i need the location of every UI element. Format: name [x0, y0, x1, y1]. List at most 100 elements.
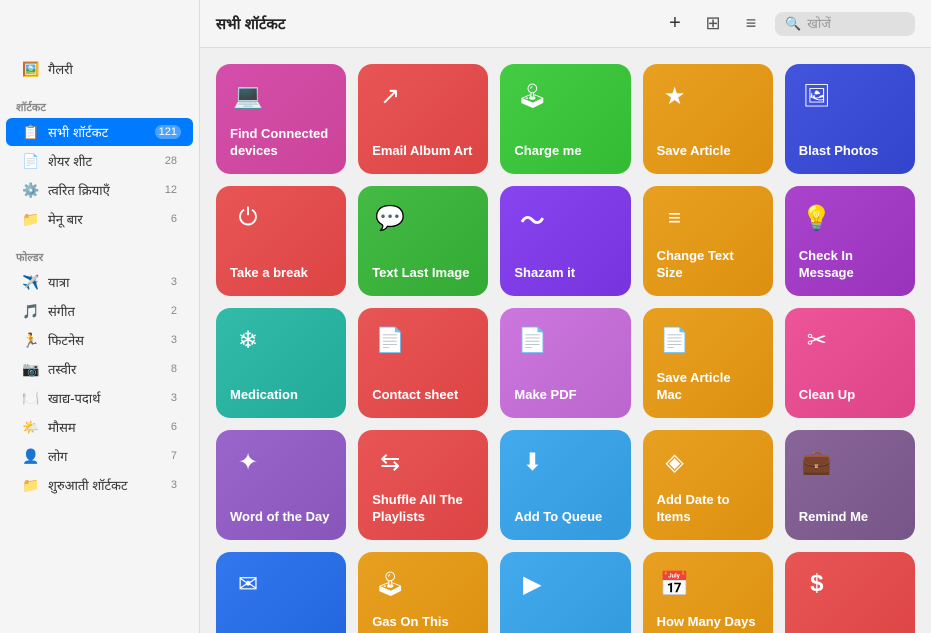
shortcut-make-pdf[interactable]: 📄 Make PDF — [500, 308, 630, 418]
search-input[interactable] — [807, 16, 905, 31]
save-article-mac-label: Save Article Mac — [657, 370, 759, 404]
shortcut-check-in[interactable]: 💡 Check In Message — [785, 186, 915, 296]
sidebar-photos-label: तस्वीर — [48, 360, 161, 378]
word-of-day-label: Word of the Day — [230, 509, 332, 526]
shortcut-gas-on-street[interactable]: 🕹 Gas On This Street — [358, 552, 488, 633]
search-box[interactable]: 🔍 — [775, 12, 915, 36]
shortcut-add-to-queue[interactable]: ⬇ Add To Queue — [500, 430, 630, 540]
grid-container: 💻 Find Connected devices ↗ Email Album A… — [216, 64, 915, 633]
shazam-it-icon: 〜 — [514, 200, 550, 236]
shortcut-calculate-tip[interactable]: $ Calculate Tip — [785, 552, 915, 633]
all-shortcuts-badge: 121 — [155, 125, 181, 139]
shortcuts-section: शॉर्टकट 📋 सभी शॉर्टकट 121 📄 शेयर शीट 28 … — [0, 90, 199, 240]
add-to-queue-label: Add To Queue — [514, 509, 616, 526]
shortcut-save-article[interactable]: ★ Save Article — [643, 64, 773, 174]
people-icon: 👤 — [22, 447, 40, 465]
sidebar-all-shortcuts-label: सभी शॉर्टकट — [48, 123, 155, 141]
sidebar: 🖼️ गैलरी शॉर्टकट 📋 सभी शॉर्टकट 121 📄 शेय… — [0, 0, 200, 633]
shortcut-change-text[interactable]: ≡ Change Text Size — [643, 186, 773, 296]
sidebar-item-music[interactable]: 🎵 संगीत 2 — [6, 297, 193, 325]
all-shortcuts-icon: 📋 — [22, 123, 40, 141]
sidebar-item-startup[interactable]: 📁 शुरुआती शॉर्टकट 3 — [6, 471, 193, 499]
people-badge: 7 — [161, 449, 181, 463]
travel-badge: 3 — [161, 275, 181, 289]
folder-section: फोल्डर ✈️ यात्रा 3 🎵 संगीत 2 🏃 फिटनेस 3 … — [0, 240, 199, 506]
shuffle-playlists-icon: ⇆ — [372, 444, 408, 480]
add-button[interactable]: + — [661, 10, 689, 38]
shortcut-email-myself[interactable]: ✉ Email Myself — [216, 552, 346, 633]
remind-me-label: Remind Me — [799, 509, 901, 526]
sort-lines-icon: ▶ — [514, 566, 550, 602]
share-sheet-icon: 📄 — [22, 152, 40, 170]
sidebar-share-sheet-label: शेयर शीट — [48, 152, 161, 170]
fitness-badge: 3 — [161, 333, 181, 347]
make-pdf-icon: 📄 — [514, 322, 550, 358]
sidebar-item-gallery[interactable]: 🖼️ गैलरी — [6, 55, 193, 83]
shortcut-find-connected[interactable]: 💻 Find Connected devices — [216, 64, 346, 174]
change-text-label: Change Text Size — [657, 248, 759, 282]
email-album-icon: ↗ — [372, 78, 408, 114]
sidebar-item-menu-bar[interactable]: 📁 मेनू बार 6 — [6, 205, 193, 233]
contact-sheet-icon: 📄 — [372, 322, 408, 358]
sidebar-gallery-label: गैलरी — [48, 60, 181, 78]
take-break-icon: ⏻ — [230, 200, 266, 236]
word-of-day-icon: ✦ — [230, 444, 266, 480]
sidebar-item-weather[interactable]: 🌤️ मौसम 6 — [6, 413, 193, 441]
shortcut-charge-me[interactable]: 🕹 Charge me — [500, 64, 630, 174]
list-view-button[interactable]: ≡ — [737, 10, 765, 38]
gas-on-street-icon: 🕹 — [372, 566, 408, 602]
shortcut-blast-photos[interactable]: 🖼 Blast Photos — [785, 64, 915, 174]
sidebar-travel-label: यात्रा — [48, 273, 161, 291]
menu-bar-icon: 📁 — [22, 210, 40, 228]
shortcut-shuffle-playlists[interactable]: ⇆ Shuffle All The Playlists — [358, 430, 488, 540]
sidebar-item-all-shortcuts[interactable]: 📋 सभी शॉर्टकट 121 — [6, 118, 193, 146]
food-icon: 🍽️ — [22, 389, 40, 407]
sidebar-item-fitness[interactable]: 🏃 फिटनेस 3 — [6, 326, 193, 354]
shortcut-take-break[interactable]: ⏻ Take a break — [216, 186, 346, 296]
shortcut-email-album[interactable]: ↗ Email Album Art — [358, 64, 488, 174]
main-content: सभी शॉर्टकट + ⊞ ≡ 🔍 💻 Find Connected dev… — [200, 0, 931, 633]
fitness-icon: 🏃 — [22, 331, 40, 349]
shortcut-how-many-days[interactable]: 📅 How Many Days Until — [643, 552, 773, 633]
sidebar-menu-bar-label: मेनू बार — [48, 210, 161, 228]
email-myself-icon: ✉ — [230, 566, 266, 602]
shortcut-sort-lines[interactable]: ▶ Sort Lines — [500, 552, 630, 633]
sidebar-fitness-label: फिटनेस — [48, 331, 161, 349]
shortcut-text-last-image[interactable]: 💬 Text Last Image — [358, 186, 488, 296]
shortcut-medication[interactable]: ❄ Medication — [216, 308, 346, 418]
medication-label: Medication — [230, 387, 332, 404]
text-last-image-icon: 💬 — [372, 200, 408, 236]
save-article-label: Save Article — [657, 143, 759, 160]
sidebar-item-photos[interactable]: 📷 तस्वीर 8 — [6, 355, 193, 383]
shortcut-clean-up[interactable]: ✂ Clean Up — [785, 308, 915, 418]
sidebar-item-food[interactable]: 🍽️ खाद्य-पदार्थ 3 — [6, 384, 193, 412]
shuffle-playlists-label: Shuffle All The Playlists — [372, 492, 474, 526]
quick-actions-badge: 12 — [161, 183, 181, 197]
blast-photos-label: Blast Photos — [799, 143, 901, 160]
grid-view-button[interactable]: ⊞ — [699, 10, 727, 38]
find-connected-icon: 💻 — [230, 78, 266, 114]
shortcut-save-article-mac[interactable]: 📄 Save Article Mac — [643, 308, 773, 418]
music-icon: 🎵 — [22, 302, 40, 320]
charge-me-icon: 🕹 — [514, 78, 550, 114]
text-last-image-label: Text Last Image — [372, 265, 474, 282]
sidebar-music-label: संगीत — [48, 302, 161, 320]
add-date-label: Add Date to Items — [657, 492, 759, 526]
photos-folder-icon: 📷 — [22, 360, 40, 378]
toolbar-actions: + ⊞ ≡ 🔍 — [661, 10, 915, 38]
shortcut-shazam-it[interactable]: 〜 Shazam it — [500, 186, 630, 296]
quick-actions-icon: ⚙️ — [22, 181, 40, 199]
shortcut-remind-me[interactable]: 💼 Remind Me — [785, 430, 915, 540]
sidebar-item-people[interactable]: 👤 लोग 7 — [6, 442, 193, 470]
take-break-label: Take a break — [230, 265, 332, 282]
shortcut-word-of-day[interactable]: ✦ Word of the Day — [216, 430, 346, 540]
sidebar-people-label: लोग — [48, 447, 161, 465]
startup-icon: 📁 — [22, 476, 40, 494]
travel-icon: ✈️ — [22, 273, 40, 291]
sidebar-item-travel[interactable]: ✈️ यात्रा 3 — [6, 268, 193, 296]
sidebar-item-quick-actions[interactable]: ⚙️ त्वरित क्रियाएँ 12 — [6, 176, 193, 204]
shortcut-contact-sheet[interactable]: 📄 Contact sheet — [358, 308, 488, 418]
sidebar-item-share-sheet[interactable]: 📄 शेयर शीट 28 — [6, 147, 193, 175]
check-in-icon: 💡 — [799, 200, 835, 236]
shortcut-add-date[interactable]: ◈ Add Date to Items — [643, 430, 773, 540]
